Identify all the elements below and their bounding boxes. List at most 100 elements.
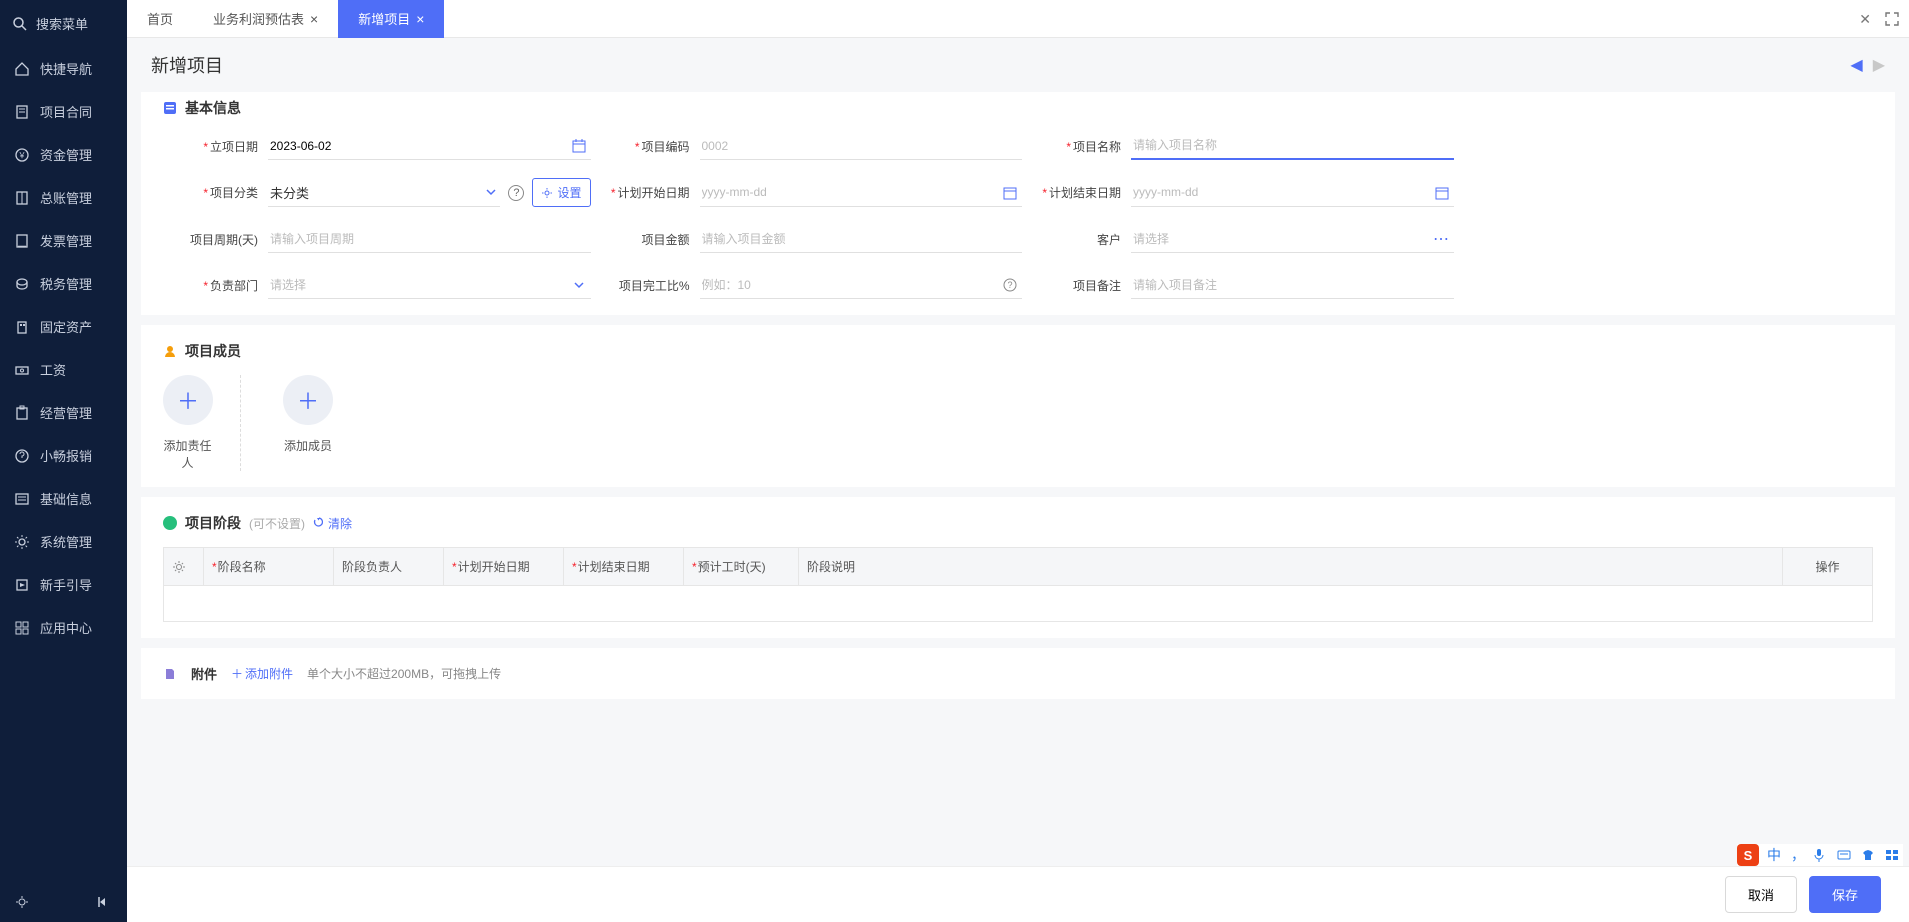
tab-label: 业务利润预估表: [213, 9, 304, 28]
remark-input[interactable]: [1131, 271, 1454, 299]
settings-icon[interactable]: [14, 894, 32, 912]
sidebar-item-basic-info[interactable]: 基础信息: [0, 477, 127, 520]
search-icon: [12, 16, 28, 32]
proj-code-input[interactable]: [700, 132, 1023, 160]
apps-icon: [14, 620, 30, 636]
tab-new-project[interactable]: 新增项目 ×: [338, 0, 444, 38]
calendar-icon[interactable]: [571, 138, 587, 154]
cancel-button[interactable]: 取消: [1725, 876, 1797, 913]
add-owner-button[interactable]: ＋: [163, 375, 213, 425]
close-icon[interactable]: ×: [416, 11, 424, 27]
sidebar-item-quicknav[interactable]: 快捷导航: [0, 47, 127, 90]
sidebar-search[interactable]: 搜索菜单: [0, 0, 127, 47]
ime-mic-icon[interactable]: [1813, 848, 1831, 862]
sidebar-item-ledger[interactable]: 总账管理: [0, 176, 127, 219]
more-icon[interactable]: ⋯: [1434, 231, 1450, 247]
th-hours: 预计工时(天): [698, 560, 766, 574]
info-icon: [14, 491, 30, 507]
sidebar-item-system[interactable]: 系统管理: [0, 520, 127, 563]
ime-keyboard-icon[interactable]: [1837, 849, 1855, 861]
label-proj-name: 项目名称: [1073, 140, 1121, 154]
page-header: 新增项目 ◀ ▶: [127, 38, 1909, 92]
sidebar-item-project-contract[interactable]: 项目合同: [0, 90, 127, 133]
receipt-icon: [14, 233, 30, 249]
home-icon: [14, 61, 30, 77]
ime-lang-icon[interactable]: 中: [1765, 845, 1783, 865]
th-end: 计划结束日期: [578, 560, 650, 574]
tax-icon: [14, 276, 30, 292]
tab-label: 新增项目: [358, 9, 410, 28]
chevron-down-icon[interactable]: [571, 277, 587, 293]
calendar-icon[interactable]: [1002, 185, 1018, 201]
page-title: 新增项目: [151, 52, 223, 78]
table-row-empty[interactable]: [164, 586, 1873, 622]
label-proj-code: 项目编码: [641, 140, 689, 154]
sidebar-search-label: 搜索菜单: [36, 14, 88, 33]
section-title-members: 项目成员: [185, 341, 241, 361]
collapse-icon[interactable]: [95, 894, 113, 912]
label-proj-cat: 项目分类: [210, 186, 258, 200]
ime-skin-icon[interactable]: [1861, 849, 1879, 861]
close-icon[interactable]: ×: [310, 11, 318, 27]
sidebar-item-operation[interactable]: 经营管理: [0, 391, 127, 434]
sidebar-item-label: 系统管理: [40, 532, 92, 551]
settings-btn-label: 设置: [557, 184, 581, 201]
page-prev-icon[interactable]: ◀: [1850, 55, 1862, 75]
label-period: 项目周期(天): [190, 233, 258, 247]
stages-table: *阶段名称 阶段负责人 *计划开始日期 *计划结束日期 *预计工时(天) 阶段说…: [163, 547, 1873, 622]
help-icon[interactable]: ?: [508, 185, 524, 201]
end-date-input[interactable]: [1131, 179, 1454, 207]
sidebar-item-label: 工资: [40, 360, 66, 379]
sidebar-item-label: 经营管理: [40, 403, 92, 422]
gear-icon: [14, 534, 30, 550]
ime-punct-icon[interactable]: ，: [1789, 845, 1807, 865]
customer-select[interactable]: [1131, 225, 1454, 253]
sidebar: 搜索菜单 快捷导航 项目合同 ￥ 资金管理 总账管理 发票管理 税务管理 固定: [0, 0, 127, 922]
period-input[interactable]: [268, 225, 591, 253]
dept-select[interactable]: [268, 271, 591, 299]
calendar-icon[interactable]: [1434, 185, 1450, 201]
tab-label: 首页: [147, 9, 173, 28]
ime-toolbox-icon[interactable]: [1885, 849, 1903, 861]
save-button[interactable]: 保存: [1809, 876, 1881, 913]
add-attachment-button[interactable]: ＋添加附件: [231, 665, 293, 682]
tab-home[interactable]: 首页: [127, 0, 193, 38]
complete-input[interactable]: [700, 271, 1023, 299]
tab-profit-estimate[interactable]: 业务利润预估表 ×: [193, 0, 338, 38]
expense-icon: [14, 448, 30, 464]
th-owner: 阶段负责人: [342, 560, 402, 574]
close-all-icon[interactable]: ✕: [1859, 11, 1871, 28]
sidebar-item-appcenter[interactable]: 应用中心: [0, 606, 127, 649]
label-proj-date: 立项日期: [210, 140, 258, 154]
proj-category-select[interactable]: 未分类: [268, 179, 500, 207]
add-member-button[interactable]: ＋: [283, 375, 333, 425]
label-remark: 项目备注: [1073, 279, 1121, 293]
sidebar-item-tax[interactable]: 税务管理: [0, 262, 127, 305]
sidebar-item-expense[interactable]: 小畅报销: [0, 434, 127, 477]
main: 首页 业务利润预估表 × 新增项目 × ✕ 新增项目 ◀ ▶: [127, 0, 1909, 922]
ime-toolbar[interactable]: S 中 ，: [1737, 844, 1903, 866]
start-date-input[interactable]: [700, 179, 1023, 207]
sidebar-item-salary[interactable]: 工资: [0, 348, 127, 391]
sidebar-item-label: 应用中心: [40, 618, 92, 637]
ime-logo-icon: S: [1737, 844, 1759, 866]
stages-clear-button[interactable]: 清除: [313, 515, 352, 532]
proj-date-input[interactable]: [268, 132, 591, 160]
sidebar-item-fixed-asset[interactable]: 固定资产: [0, 305, 127, 348]
section-icon: [163, 344, 177, 358]
table-gear-header[interactable]: [164, 548, 204, 586]
help-icon[interactable]: ?: [1002, 277, 1018, 293]
sidebar-item-invoice[interactable]: 发票管理: [0, 219, 127, 262]
proj-name-input[interactable]: [1131, 132, 1454, 160]
panel-attachments: 附件 ＋添加附件 单个大小不超过200MB，可拖拽上传: [141, 648, 1895, 699]
stages-hint: (可不设置): [249, 515, 305, 532]
section-title-basic: 基本信息: [185, 98, 241, 118]
page-next-icon[interactable]: ▶: [1873, 55, 1885, 75]
sidebar-item-fund[interactable]: ￥ 资金管理: [0, 133, 127, 176]
sidebar-item-guide[interactable]: 新手引导: [0, 563, 127, 606]
category-settings-button[interactable]: 设置: [532, 178, 590, 207]
sidebar-item-label: 项目合同: [40, 102, 92, 121]
sidebar-item-label: 总账管理: [40, 188, 92, 207]
fullscreen-icon[interactable]: [1885, 12, 1899, 26]
amount-input[interactable]: [700, 225, 1023, 253]
